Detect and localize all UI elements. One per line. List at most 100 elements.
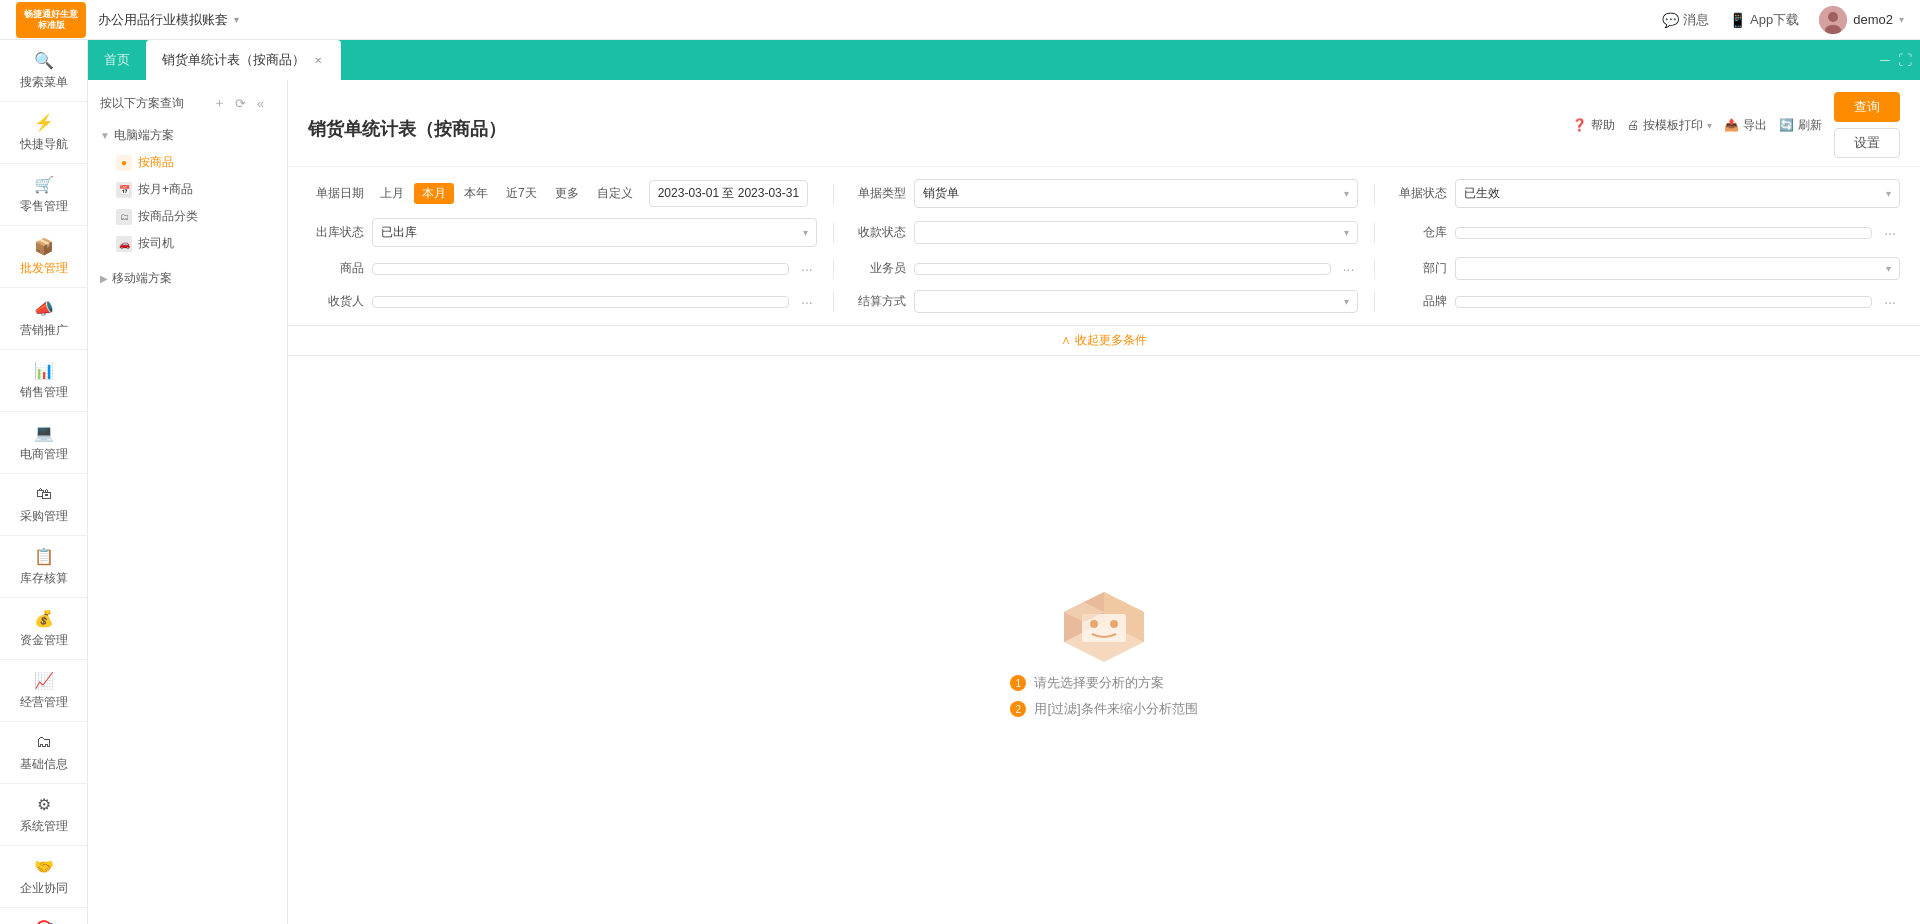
sidebar-item-search[interactable]: 🔍 搜索菜单 (0, 40, 87, 102)
sidebar-item-sales[interactable]: 📊 销售管理 (0, 350, 87, 412)
window-maximize-icon[interactable]: ⛶ (1898, 52, 1912, 68)
scheme-refresh-btn[interactable]: ⟳ (235, 94, 253, 112)
dept-select[interactable]: ▾ (1455, 257, 1900, 280)
outbound-select[interactable]: 已出库 ▾ (372, 218, 817, 247)
filter-payment-method-item: 结算方式 ▾ (850, 290, 1359, 313)
svg-point-1 (1828, 12, 1838, 22)
app-download-btn[interactable]: 📱 App下载 (1729, 11, 1799, 29)
scheme-item-by-category[interactable]: 🗂 按商品分类 (88, 203, 287, 230)
sidebar-item-finance[interactable]: 💰 资金管理 (0, 598, 87, 660)
expand-arrow-icon: ▶ (100, 273, 108, 284)
app-dropdown-icon[interactable]: ▾ (234, 14, 239, 25)
warehouse-more-icon[interactable]: ··· (1880, 225, 1900, 241)
date-label: 单据日期 (308, 185, 364, 202)
doctype-select[interactable]: 销货单 ▾ (914, 179, 1359, 208)
tab-bar: 首页 销货单统计表（按商品） ✕ ─ ⛶ (88, 40, 1920, 80)
filter-outbound-item: 出库状态 已出库 ▾ (308, 218, 817, 247)
topbar: 畅捷通好生意 标准版 办公用品行业模拟账套 ▾ 💬 消息 📱 App下载 dem… (0, 0, 1920, 40)
scheme-item-by-driver[interactable]: 🚗 按司机 (88, 230, 287, 257)
date-tab-this-year[interactable]: 本年 (456, 183, 496, 204)
sidebar-item-operation[interactable]: 📈 经营管理 (0, 660, 87, 722)
scheme-item-by-month-product[interactable]: 📅 按月+商品 (88, 176, 287, 203)
message-btn[interactable]: 💬 消息 (1662, 11, 1709, 29)
sidebar-item-retail[interactable]: 🛒 零售管理 (0, 164, 87, 226)
filter-dept-item: 部门 ▾ (1391, 257, 1900, 280)
sub-item-icon: 🗂 (116, 209, 132, 225)
warehouse-input[interactable] (1455, 227, 1872, 239)
date-tab-last7days[interactable]: 近7天 (498, 183, 545, 204)
payment-method-select[interactable]: ▾ (914, 290, 1359, 313)
brand-input[interactable] (1455, 296, 1872, 308)
refresh-btn[interactable]: 🔄 刷新 (1779, 117, 1822, 134)
date-group: 上月 本月 本年 近7天 更多 自定义 2023-03-01 至 2023-03… (372, 180, 808, 207)
sidebar-item-ecommerce[interactable]: 💻 电商管理 (0, 412, 87, 474)
receiver-more-icon[interactable]: ··· (797, 294, 817, 310)
filter-row-4: 收货人 ··· 结算方式 ▾ (308, 290, 1900, 313)
sidebar-item-purchase[interactable]: 🛍 采购管理 (0, 474, 87, 536)
refresh-icon: ⟳ (235, 96, 253, 111)
add-icon: ＋ (213, 94, 231, 112)
shortcut-icon: ⚡ (34, 112, 54, 132)
tab-report[interactable]: 销货单统计表（按商品） ✕ (146, 40, 341, 80)
empty-step-2: 2 用[过滤]条件来缩小分析范围 (1010, 700, 1197, 718)
settings-button[interactable]: 设置 (1834, 128, 1900, 158)
payment-method-arrow-icon: ▾ (1344, 296, 1349, 307)
ecommerce-icon: 💻 (34, 422, 54, 442)
date-range-input[interactable]: 2023-03-01 至 2023-03-31 (649, 180, 808, 207)
filter-salesperson-item: 业务员 ··· (850, 260, 1359, 277)
sidebar-item-system[interactable]: ⚙ 系统管理 (0, 784, 87, 846)
payment-label: 收款状态 (850, 224, 906, 241)
empty-illustration (1044, 562, 1164, 662)
sidebar-item-wholesale[interactable]: 📦 批发管理 (0, 226, 87, 288)
filter-receiver-item: 收货人 ··· (308, 293, 817, 310)
filter-row-3: 商品 ··· 业务员 ··· (308, 257, 1900, 280)
scheme-group-mobile-title[interactable]: ▶ 移动端方案 (88, 265, 287, 292)
header-actions: ❓ 帮助 🖨 按模板打印 ▾ 📤 导出 🔄 (1572, 92, 1900, 166)
window-minimize-icon[interactable]: ─ (1880, 52, 1890, 68)
retail-icon: 🛒 (34, 174, 54, 194)
docstatus-label: 单据状态 (1391, 185, 1447, 202)
receiver-label: 收货人 (308, 293, 364, 310)
product-input[interactable] (372, 263, 789, 275)
date-tab-this-month[interactable]: 本月 (414, 183, 454, 204)
tab-close-icon[interactable]: ✕ (311, 53, 325, 67)
salesperson-input[interactable] (914, 263, 1331, 275)
product-more-icon[interactable]: ··· (797, 261, 817, 277)
main-layout: 🔍 搜索菜单 ⚡ 快捷导航 🛒 零售管理 📦 批发管理 📣 营销推广 📊 销售管… (0, 40, 1920, 924)
brand-label: 品牌 (1391, 293, 1447, 310)
scheme-collapse-btn[interactable]: « (257, 94, 275, 112)
docstatus-select[interactable]: 已生效 ▾ (1455, 179, 1900, 208)
sidebar-item-basic[interactable]: 🗂 基础信息 (0, 722, 87, 784)
sidebar-item-newbie[interactable]: 🎯 新手引导 (0, 908, 87, 924)
scheme-add-btn[interactable]: ＋ (213, 94, 231, 112)
operation-icon: 📈 (34, 670, 54, 690)
sidebar-item-inventory[interactable]: 📋 库存核算 (0, 536, 87, 598)
sidebar-item-shortcut[interactable]: ⚡ 快捷导航 (0, 102, 87, 164)
receiver-input[interactable] (372, 296, 789, 308)
empty-text: 1 请先选择要分析的方案 2 用[过滤]条件来缩小分析范围 (1010, 674, 1197, 718)
sub-item-icon: 🚗 (116, 236, 132, 252)
tab-home[interactable]: 首页 (88, 40, 146, 80)
topbar-right: 💬 消息 📱 App下载 demo2 ▾ (1662, 6, 1904, 34)
sidebar-item-marketing[interactable]: 📣 营销推广 (0, 288, 87, 350)
brand-more-icon[interactable]: ··· (1880, 294, 1900, 310)
salesperson-more-icon[interactable]: ··· (1339, 261, 1359, 277)
scheme-item-by-product[interactable]: ● 按商品 (88, 149, 287, 176)
query-button[interactable]: 查询 (1834, 92, 1900, 122)
print-btn[interactable]: 🖨 按模板打印 ▾ (1627, 117, 1712, 134)
left-panel: 按以下方案查询 ＋ ⟳ « (88, 80, 288, 924)
payment-select[interactable]: ▾ (914, 221, 1359, 244)
user-profile[interactable]: demo2 ▾ (1819, 6, 1904, 34)
sub-item-icon: ● (116, 155, 132, 171)
date-tab-custom[interactable]: 自定义 (589, 183, 641, 204)
date-tab-last-month[interactable]: 上月 (372, 183, 412, 204)
empty-state: 1 请先选择要分析的方案 2 用[过滤]条件来缩小分析范围 (288, 356, 1920, 924)
export-btn[interactable]: 📤 导出 (1724, 117, 1767, 134)
scheme-group-pc-title[interactable]: ▼ 电脑端方案 (88, 122, 287, 149)
collapse-row[interactable]: ∧ 收起更多条件 (288, 326, 1920, 356)
sidebar-item-corp[interactable]: 🤝 企业协同 (0, 846, 87, 908)
date-tab-more[interactable]: 更多 (547, 183, 587, 204)
app-name: 办公用品行业模拟账套 ▾ (98, 11, 1662, 29)
doctype-arrow-icon: ▾ (1344, 188, 1349, 199)
help-btn[interactable]: ❓ 帮助 (1572, 117, 1615, 134)
